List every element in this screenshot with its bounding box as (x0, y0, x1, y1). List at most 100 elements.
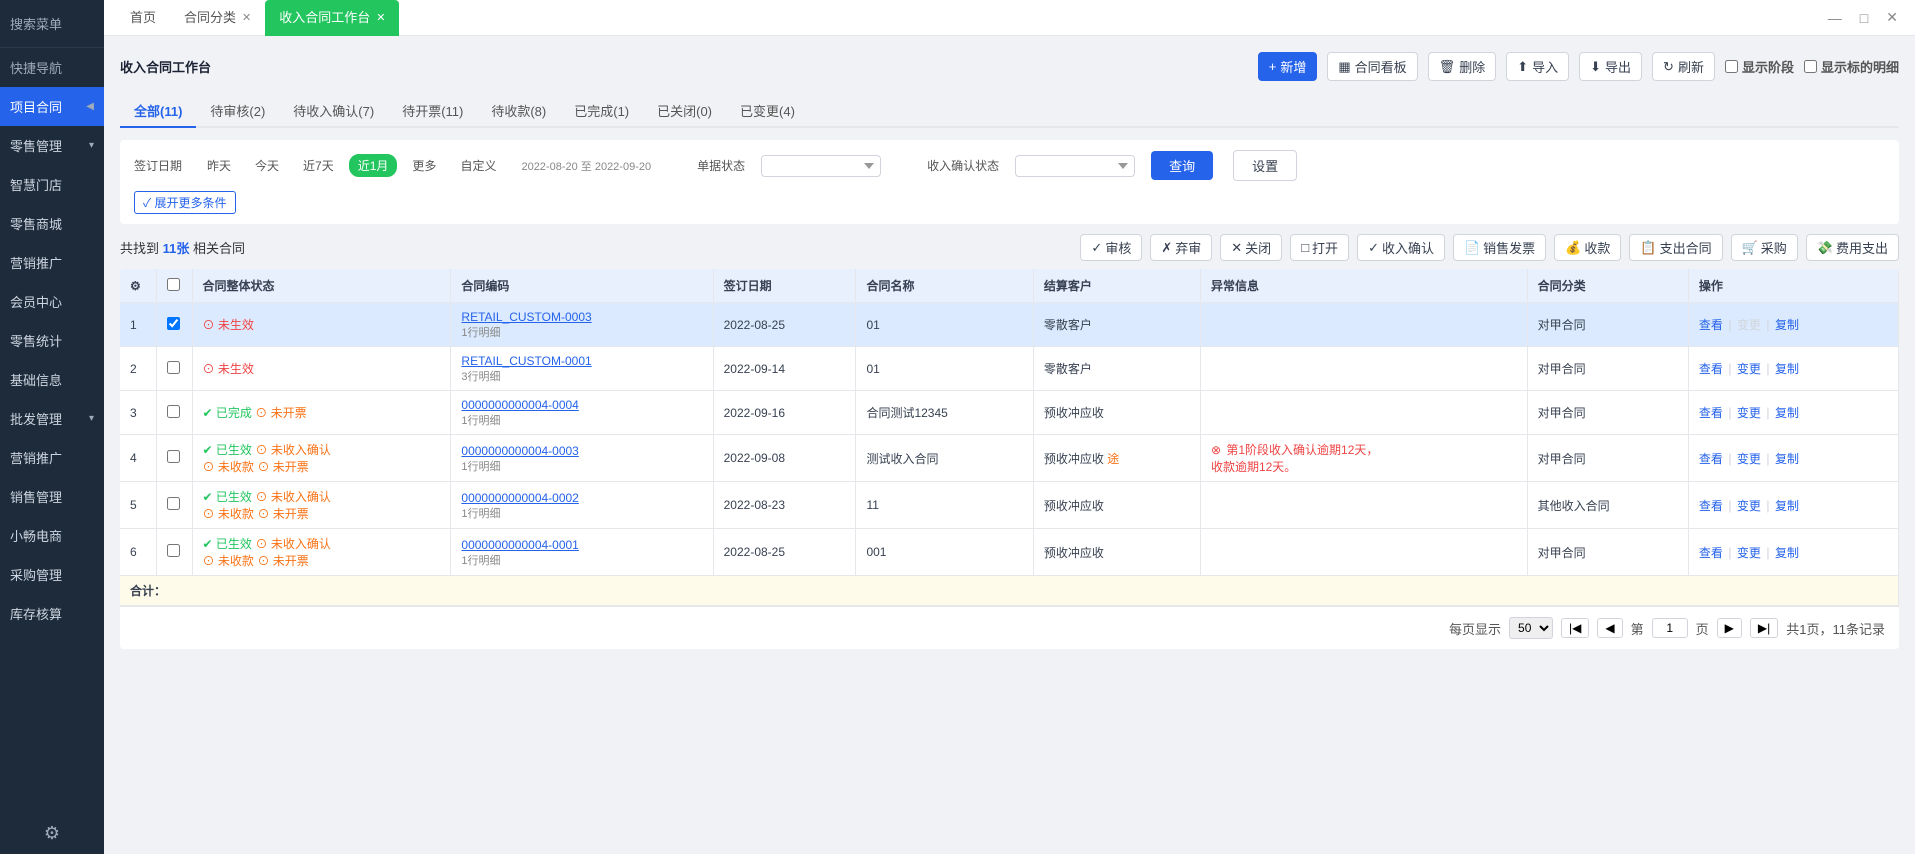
income-status-select[interactable] (1015, 155, 1135, 177)
first-page-button[interactable]: |◀ (1561, 618, 1589, 638)
minimize-button[interactable]: — (1823, 7, 1847, 28)
view-btn[interactable]: 查看 (1699, 452, 1723, 466)
date-btn-custom[interactable]: 自定义 (451, 154, 505, 177)
fee-out-button[interactable]: 💸 费用支出 (1806, 234, 1899, 261)
view-btn[interactable]: 查看 (1699, 362, 1723, 376)
close-contract-button[interactable]: ✕ 关闭 (1220, 234, 1282, 261)
sidebar-quick-nav[interactable]: 快捷导航 (0, 48, 104, 87)
sidebar-search[interactable]: 搜索菜单 (0, 0, 104, 48)
select-all-checkbox[interactable] (167, 278, 180, 291)
close-button[interactable]: ✕ (1881, 7, 1903, 28)
row-checkbox[interactable] (156, 347, 192, 391)
contract-code-link[interactable]: RETAIL_CUSTOM-0003 (461, 310, 591, 324)
view-btn[interactable]: 查看 (1699, 406, 1723, 420)
collect-button[interactable]: 💰 收款 (1554, 234, 1621, 261)
contract-code-link[interactable]: RETAIL_CUSTOM-0001 (461, 354, 591, 368)
status-tab-changed[interactable]: 已变更(4) (726, 95, 809, 128)
set-button[interactable]: 设置 (1233, 150, 1297, 181)
last-page-button[interactable]: ▶| (1750, 618, 1778, 638)
open-contract-button[interactable]: □ 打开 (1290, 234, 1349, 261)
contract-code-link[interactable]: 0000000000004-0001 (461, 538, 578, 552)
query-button[interactable]: 查询 (1151, 151, 1213, 180)
edit-btn[interactable]: 变更 (1737, 406, 1761, 420)
copy-btn[interactable]: 复制 (1775, 318, 1799, 332)
sidebar-item-retail[interactable]: 零售管理 ▾ (0, 126, 104, 165)
sidebar-item-base[interactable]: 基础信息 (0, 360, 104, 399)
date-btn-last7[interactable]: 近7天 (294, 154, 343, 177)
edit-btn[interactable]: 变更 (1737, 362, 1761, 376)
row-checkbox[interactable] (156, 435, 192, 482)
sidebar-item-stats[interactable]: 零售统计 (0, 321, 104, 360)
review-button[interactable]: ✓ 审核 (1080, 234, 1142, 261)
sidebar-item-member[interactable]: 会员中心 (0, 282, 104, 321)
purchase-button[interactable]: 🛒 采购 (1731, 234, 1798, 261)
status-tab-pending-collect[interactable]: 待收款(8) (477, 95, 560, 128)
delete-button[interactable]: 🗑 删除 (1428, 52, 1497, 81)
invoice-button[interactable]: 📄 销售发票 (1453, 234, 1546, 261)
sidebar-item-retailmall[interactable]: 零售商城 (0, 204, 104, 243)
copy-btn[interactable]: 复制 (1775, 452, 1799, 466)
page-input[interactable] (1652, 618, 1688, 638)
copy-btn[interactable]: 复制 (1775, 499, 1799, 513)
view-btn[interactable]: 查看 (1699, 546, 1723, 560)
abandon-review-button[interactable]: ✗ 弃审 (1150, 234, 1212, 261)
edit-btn[interactable]: 变更 (1737, 452, 1761, 466)
show-detail-checkbox[interactable]: 显示标的明细 (1804, 57, 1899, 76)
contract-code-link[interactable]: 0000000000004-0003 (461, 444, 578, 458)
status-tab-done[interactable]: 已完成(1) (560, 95, 643, 128)
status-tab-closed[interactable]: 已关闭(0) (643, 95, 726, 128)
date-btn-yesterday[interactable]: 昨天 (198, 154, 240, 177)
view-btn[interactable]: 查看 (1699, 318, 1723, 332)
sidebar-item-project[interactable]: 项目合同 ◀ (0, 87, 104, 126)
th-settings[interactable]: ⚙ (120, 269, 156, 303)
copy-btn[interactable]: 复制 (1775, 546, 1799, 560)
th-checkbox[interactable] (156, 269, 192, 303)
sidebar-item-inventory[interactable]: 库存核算 (0, 594, 104, 633)
sidebar-item-wholesale[interactable]: 批发管理 ▾ (0, 399, 104, 438)
export-button[interactable]: ⬇ 导出 (1579, 52, 1642, 81)
row-checkbox[interactable] (156, 391, 192, 435)
date-btn-today[interactable]: 今天 (246, 154, 288, 177)
status-tab-pending-review[interactable]: 待审核(2) (196, 95, 279, 128)
kanban-button[interactable]: ▦ 合同看板 (1327, 52, 1417, 81)
contract-code-link[interactable]: 0000000000004-0002 (461, 491, 578, 505)
tab-home[interactable]: 首页 (116, 0, 170, 36)
date-btn-last1month[interactable]: 近1月 (349, 154, 398, 177)
view-btn[interactable]: 查看 (1699, 499, 1723, 513)
row-checkbox[interactable] (156, 303, 192, 347)
import-button[interactable]: ⬆ 导入 (1506, 52, 1569, 81)
tab-contract-close-icon[interactable]: ✕ (242, 0, 251, 36)
sidebar-item-marketing[interactable]: 营销推广 (0, 243, 104, 282)
copy-btn[interactable]: 复制 (1775, 362, 1799, 376)
contract-code-link[interactable]: 0000000000004-0004 (461, 398, 578, 412)
prev-page-button[interactable]: ◀ (1597, 618, 1622, 638)
show-stage-checkbox[interactable]: 显示阶段 (1725, 57, 1794, 76)
edit-btn[interactable]: 变更 (1737, 499, 1761, 513)
sidebar-item-sales[interactable]: 销售管理 (0, 477, 104, 516)
doc-status-select[interactable] (761, 155, 881, 177)
sidebar-item-mktmgr[interactable]: 营销推广 (0, 438, 104, 477)
refresh-button[interactable]: ↻ 刷新 (1652, 52, 1715, 81)
tab-income-close-icon[interactable]: ✕ (376, 0, 385, 36)
copy-btn[interactable]: 复制 (1775, 406, 1799, 420)
status-tab-pending-income[interactable]: 待收入确认(7) (279, 95, 388, 128)
next-page-button[interactable]: ▶ (1717, 618, 1742, 638)
tab-income-workbench[interactable]: 收入合同工作台 ✕ (265, 0, 399, 36)
expand-filter-button[interactable]: ✓ 展开更多条件 (134, 191, 236, 214)
gear-icon[interactable]: ⚙ (44, 823, 60, 844)
status-tab-all[interactable]: 全部(11) (120, 95, 196, 128)
row-checkbox[interactable] (156, 482, 192, 529)
status-tab-pending-invoice[interactable]: 待开票(11) (388, 95, 477, 128)
income-confirm-button[interactable]: ✓ 收入确认 (1357, 234, 1445, 261)
add-button[interactable]: + 新增 (1258, 52, 1318, 81)
row-checkbox[interactable] (156, 529, 192, 576)
per-page-select[interactable]: 50 (1509, 617, 1553, 639)
edit-btn[interactable]: 变更 (1737, 546, 1761, 560)
tab-contract-category[interactable]: 合同分类 ✕ (170, 0, 265, 36)
sidebar-item-smartshop[interactable]: 智慧门店 (0, 165, 104, 204)
out-contract-button[interactable]: 📋 支出合同 (1629, 234, 1722, 261)
sidebar-item-xiaoechm[interactable]: 小畅电商 (0, 516, 104, 555)
date-btn-more[interactable]: 更多 (403, 154, 445, 177)
sidebar-item-purchase[interactable]: 采购管理 (0, 555, 104, 594)
maximize-button[interactable]: □ (1855, 7, 1873, 28)
